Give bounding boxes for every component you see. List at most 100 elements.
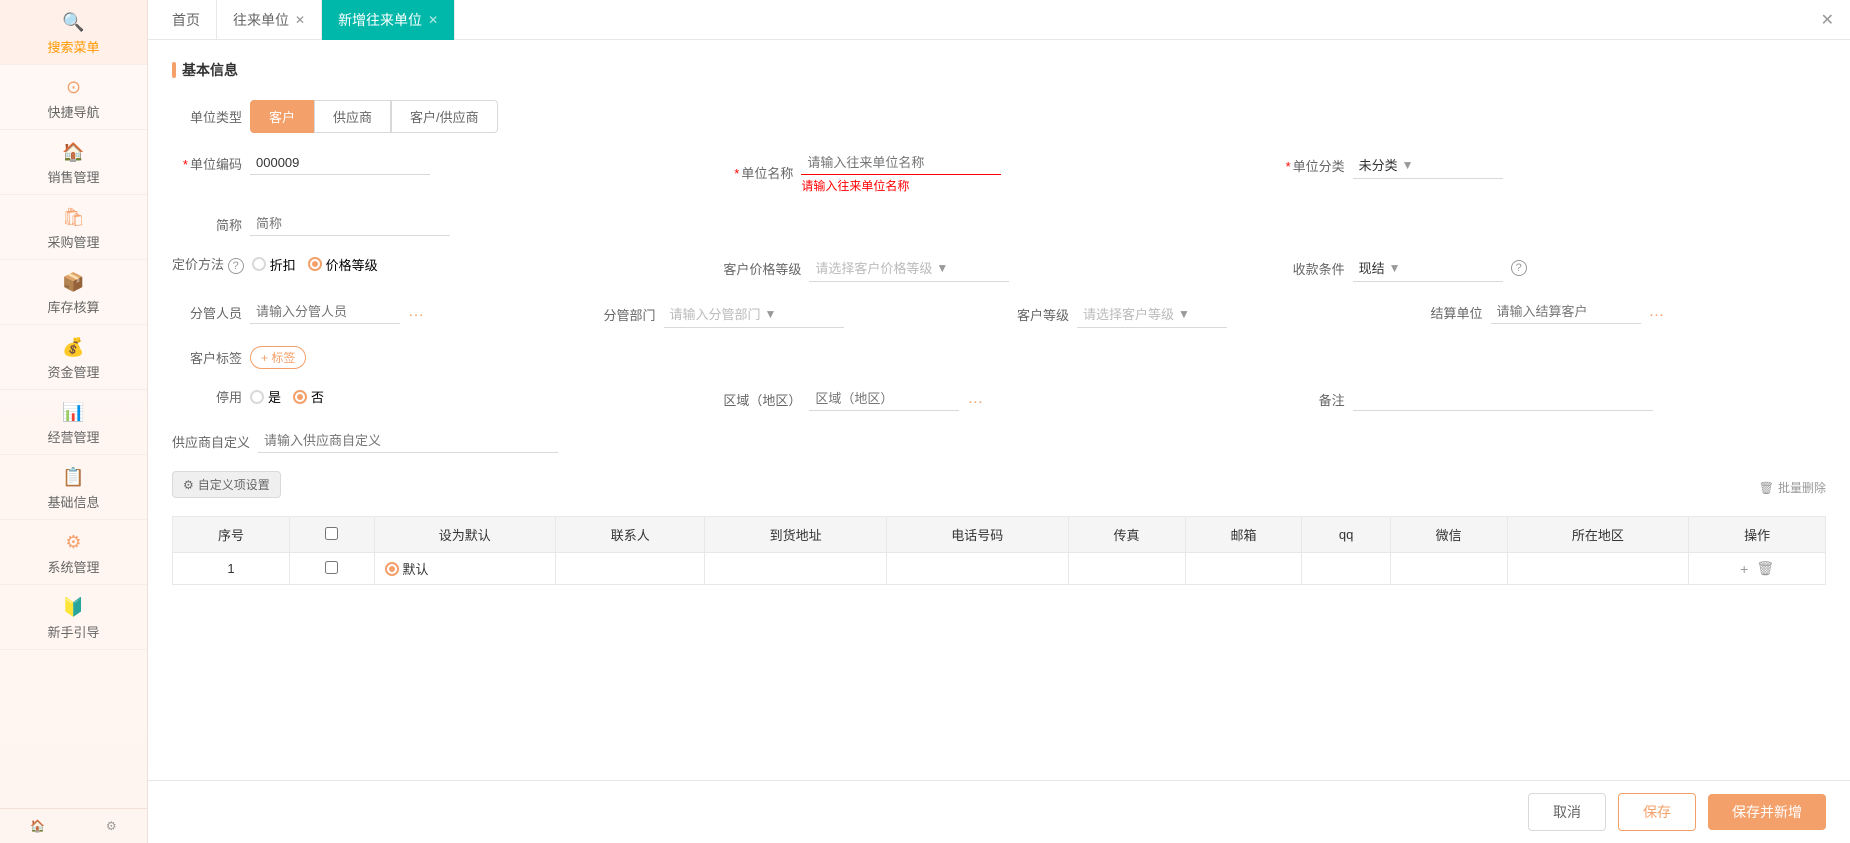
tab-partners-close[interactable]: ✕ — [295, 13, 305, 27]
cancel-button[interactable]: 取消 — [1528, 793, 1606, 831]
section-icon — [172, 62, 176, 78]
payment-help-icon[interactable]: ? — [1511, 260, 1527, 276]
tab-new-partner-close[interactable]: ✕ — [428, 13, 438, 27]
settlement-unit-more-btn[interactable]: … — [1645, 303, 1669, 321]
unit-code-input[interactable] — [250, 151, 430, 175]
pricing-discount-circle — [252, 257, 266, 271]
col-checkbox — [289, 517, 374, 553]
sidebar-item-basic-info[interactable]: 📋 基础信息 — [0, 455, 147, 520]
col-wechat: 微信 — [1390, 517, 1507, 553]
close-all-tabs-button[interactable]: ✕ — [1813, 10, 1842, 30]
save-new-button[interactable]: 保存并新增 — [1708, 794, 1826, 830]
unit-type-row: 单位类型 客户 供应商 客户/供应商 — [172, 100, 1826, 133]
unit-code-label: 单位编码 — [172, 154, 242, 173]
settlement-unit-input-group: … — [1491, 300, 1669, 324]
disabled-yes-radio[interactable]: 是 — [250, 387, 281, 406]
payment-terms-field: 收款条件 现结 ▼ ? — [1275, 254, 1826, 282]
row-default-circle — [385, 562, 399, 576]
row-default-radio[interactable]: 默认 — [385, 559, 546, 578]
payment-terms-select[interactable]: 现结 ▼ — [1353, 254, 1503, 282]
content-area: 基本信息 单位类型 客户 供应商 客户/供应商 单位编码 — [148, 40, 1850, 780]
disabled-field: 停用 是 否 — [172, 387, 723, 406]
customer-tags-row: 客户标签 + 标签 — [172, 346, 1826, 369]
add-tag-button[interactable]: + 标签 — [250, 346, 306, 369]
batch-delete-label: 批量删除 — [1778, 479, 1826, 496]
sidebar-item-search[interactable]: 🔍 搜索菜单 — [0, 0, 147, 65]
payment-terms-arrow: ▼ — [1389, 261, 1401, 275]
sidebar-item-system[interactable]: ⚙ 系统管理 — [0, 520, 147, 585]
manager-row: 分管人员 … 分管部门 请输入分管部门 ▼ 客户等级 请 — [172, 300, 1826, 328]
unit-type-label: 单位类型 — [172, 107, 242, 126]
customer-price-level-select[interactable]: 请选择客户价格等级 ▼ — [809, 254, 1009, 282]
row-delete-btn[interactable]: 🗑 — [1756, 560, 1774, 577]
row-default-dot — [389, 566, 395, 572]
col-region: 所在地区 — [1507, 517, 1689, 553]
abbreviation-label: 简称 — [172, 215, 242, 234]
type-btn-customer[interactable]: 客户 — [250, 100, 314, 133]
sidebar-item-quick-nav[interactable]: ⊙ 快捷导航 — [0, 65, 147, 130]
tab-partners[interactable]: 往来单位 ✕ — [217, 0, 322, 40]
footer: 取消 保存 保存并新增 — [148, 780, 1850, 843]
unit-name-label: 单位名称 — [723, 163, 793, 182]
sidebar-item-purchase[interactable]: 🛍 采购管理 — [0, 195, 147, 260]
department-select[interactable]: 请输入分管部门 ▼ — [664, 300, 844, 328]
region-more-btn[interactable]: … — [963, 390, 987, 408]
sidebar-expand-btn[interactable]: 🏠 — [30, 819, 45, 833]
disabled-no-radio[interactable]: 否 — [293, 387, 324, 406]
disabled-no-circle — [293, 390, 307, 404]
select-all-checkbox[interactable] — [325, 527, 338, 540]
tab-new-partner[interactable]: 新增往来单位 ✕ — [322, 0, 455, 40]
unit-code-field: 单位编码 — [172, 151, 723, 175]
tabbar: 首页 往来单位 ✕ 新增往来单位 ✕ ✕ — [148, 0, 1850, 40]
save-button[interactable]: 保存 — [1618, 793, 1696, 831]
pricing-price-level-radio[interactable]: 价格等级 — [308, 255, 378, 274]
tab-home[interactable]: 首页 — [156, 0, 217, 40]
main-area: 首页 往来单位 ✕ 新增往来单位 ✕ ✕ 基本信息 单位类型 客户 — [148, 0, 1850, 843]
purchase-icon: 🛍 — [62, 207, 85, 228]
settlement-unit-input[interactable] — [1491, 300, 1641, 324]
unit-type-buttons: 客户 供应商 客户/供应商 — [250, 100, 498, 133]
abbreviation-input[interactable] — [250, 212, 450, 236]
tab-new-partner-label: 新增往来单位 — [338, 10, 422, 30]
disabled-yes-label: 是 — [268, 387, 281, 406]
supplier-custom-row: 供应商自定义 — [172, 429, 1826, 453]
pricing-discount-radio[interactable]: 折扣 — [252, 255, 296, 274]
unit-name-input[interactable] — [801, 151, 1001, 175]
manager-more-btn[interactable]: … — [404, 303, 428, 321]
col-actions: 操作 — [1689, 517, 1826, 553]
sidebar-item-label: 销售管理 — [47, 167, 99, 186]
unit-category-field: 单位分类 未分类 ▼ — [1275, 151, 1826, 179]
custom-settings-button[interactable]: ⚙ 自定义项设置 — [172, 471, 281, 498]
pricing-price-level-dot — [312, 261, 318, 267]
pricing-help-icon[interactable]: ? — [228, 258, 244, 274]
row-checkbox-input[interactable] — [325, 561, 338, 574]
new-guide-icon: 🔰 — [62, 597, 84, 618]
region-input[interactable] — [809, 387, 959, 411]
customer-level-select[interactable]: 请选择客户等级 ▼ — [1077, 300, 1227, 328]
manager-input-group: … — [250, 300, 428, 324]
remarks-input[interactable] — [1353, 387, 1653, 411]
batch-delete-button[interactable]: 🗑 批量删除 — [1759, 479, 1826, 496]
abbreviation-field: 简称 — [172, 212, 1826, 236]
sidebar-settings-btn[interactable]: ⚙ — [106, 819, 117, 833]
sidebar-item-operations[interactable]: 📊 经营管理 — [0, 390, 147, 455]
type-btn-supplier[interactable]: 供应商 — [314, 100, 391, 133]
type-btn-both[interactable]: 客户/供应商 — [391, 100, 498, 133]
sidebar-item-finance[interactable]: 💰 资金管理 — [0, 325, 147, 390]
col-fax: 传真 — [1068, 517, 1185, 553]
manager-input[interactable] — [250, 300, 400, 324]
search-icon: 🔍 — [62, 12, 84, 33]
finance-icon: 💰 — [62, 337, 84, 358]
unit-category-select[interactable]: 未分类 ▼ — [1353, 151, 1503, 179]
table-section: ⚙ 自定义项设置 🗑 批量删除 序号 设为默认 联系人 — [172, 471, 1826, 585]
row-add-btn[interactable]: + — [1740, 561, 1748, 577]
customer-tags-label: 客户标签 — [172, 348, 242, 367]
pricing-discount-label: 折扣 — [270, 255, 296, 274]
supplier-custom-input[interactable] — [258, 429, 558, 453]
col-email: 邮箱 — [1185, 517, 1302, 553]
sidebar-item-inventory[interactable]: 📦 库存核算 — [0, 260, 147, 325]
sidebar-item-sales[interactable]: 🏠 销售管理 — [0, 130, 147, 195]
settlement-unit-field: 结算单位 … — [1413, 300, 1827, 324]
department-placeholder: 请输入分管部门 — [670, 304, 761, 323]
sidebar-item-new-guide[interactable]: 🔰 新手引导 — [0, 585, 147, 650]
